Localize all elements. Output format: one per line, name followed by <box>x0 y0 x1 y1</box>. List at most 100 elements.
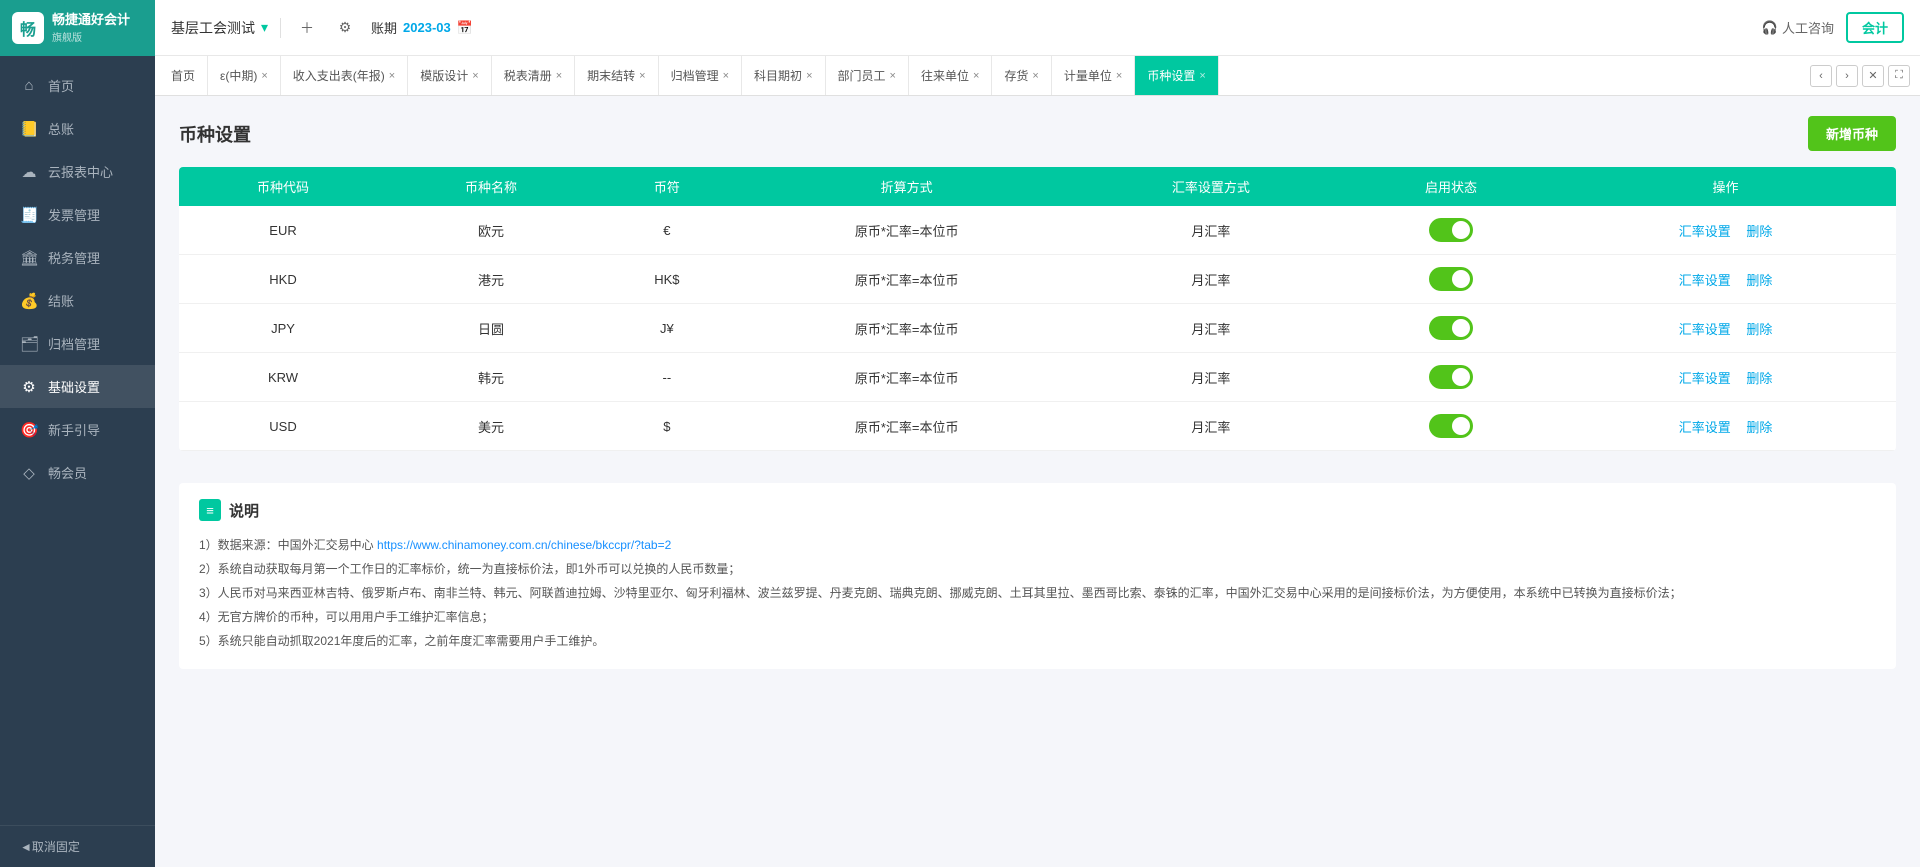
tab-income[interactable]: 收入支出表(年报) × <box>281 56 408 95</box>
tab-expand-button[interactable]: ⛶ <box>1888 65 1910 87</box>
tab-tax_clear[interactable]: 税表清册 × <box>492 56 575 95</box>
tab-close-template[interactable]: × <box>472 70 478 82</box>
tab-counterparty[interactable]: 往来单位 × <box>909 56 992 95</box>
rate-setting-link-3[interactable]: 汇率设置 <box>1679 371 1731 386</box>
invoice-icon: 🧾 <box>20 206 38 224</box>
sidebar-item-archive[interactable]: 🗂 归档管理 <box>0 322 155 365</box>
delete-link-2[interactable]: 删除 <box>1746 322 1772 337</box>
tab-dept_staff[interactable]: 部门员工 × <box>826 56 909 95</box>
sidebar-item-checkout[interactable]: 💰 结账 <box>0 279 155 322</box>
table-header-启用状态: 启用状态 <box>1347 167 1555 206</box>
cell-0-4: 月汇率 <box>1075 206 1347 255</box>
sidebar-label-home: 首页 <box>48 76 74 95</box>
tab-close-archive_mgr[interactable]: × <box>723 70 729 82</box>
cell-0-1: 欧元 <box>387 206 595 255</box>
rate-setting-link-0[interactable]: 汇率设置 <box>1679 224 1731 239</box>
settings-icon: ⚙ <box>20 378 38 396</box>
cell-3-4: 月汇率 <box>1075 353 1347 402</box>
table-header: 币种代码币种名称币符折算方式汇率设置方式启用状态操作 <box>179 167 1896 206</box>
tab-close-currency[interactable]: × <box>1199 70 1205 82</box>
tab-close-tax_clear[interactable]: × <box>556 70 562 82</box>
rate-setting-link-1[interactable]: 汇率设置 <box>1679 273 1731 288</box>
sidebar-item-guide[interactable]: 🎯 新手引导 <box>0 408 155 451</box>
toggle-switch-2[interactable] <box>1429 316 1473 340</box>
add-tab-button[interactable]: ＋ <box>293 14 321 42</box>
tab-prev-button[interactable]: ‹ <box>1810 65 1832 87</box>
settings-button[interactable]: ⚙ <box>331 14 359 42</box>
sidebar-label-invoice: 发票管理 <box>48 205 100 224</box>
cell-0-0: EUR <box>179 206 387 255</box>
delete-link-0[interactable]: 删除 <box>1746 224 1772 239</box>
tab-label-inventory: 存货 <box>1004 67 1028 84</box>
tab-close-counterparty[interactable]: × <box>973 70 979 82</box>
sidebar-item-member[interactable]: ◇ 畅会员 <box>0 451 155 494</box>
period-label: 账期 <box>371 18 397 37</box>
cell-4-1: 美元 <box>387 402 595 451</box>
delete-link-1[interactable]: 删除 <box>1746 273 1772 288</box>
project-selector[interactable]: 基层工会测试 ▾ <box>171 18 268 38</box>
tab-currency[interactable]: 币种设置 × <box>1135 56 1218 95</box>
notes-item-3: 4）无官方牌价的币种，可以用用户手工维护汇率信息； <box>199 605 1876 629</box>
cell-4-3: 原币*汇率=本位币 <box>739 402 1075 451</box>
tab-close-dept_staff[interactable]: × <box>890 70 896 82</box>
sidebar-item-report[interactable]: ☁ 云报表中心 <box>0 150 155 193</box>
delete-link-4[interactable]: 删除 <box>1746 420 1772 435</box>
notes-link[interactable]: https://www.chinamoney.com.cn/chinese/bk… <box>377 538 671 552</box>
user-role-button[interactable]: 会计 <box>1846 12 1904 43</box>
tab-close-income[interactable]: × <box>389 70 395 82</box>
report-icon: ☁ <box>20 163 38 181</box>
sidebar-nav: ⌂ 首页 📒 总账 ☁ 云报表中心 🧾 发票管理 🏛 税务管理 💰 结账 🗂 归… <box>0 56 155 825</box>
help-button[interactable]: 🎧 人工咨询 <box>1762 18 1834 37</box>
project-name: 基层工会测试 <box>171 18 255 38</box>
cell-0-3: 原币*汇率=本位币 <box>739 206 1075 255</box>
tab-close-all-button[interactable]: ✕ <box>1862 65 1884 87</box>
cell-toggle-0 <box>1347 206 1555 255</box>
tab-label-counterparty: 往来单位 <box>921 67 969 84</box>
tab-close-period[interactable]: × <box>261 70 267 82</box>
tab-subject_init[interactable]: 科目期初 × <box>742 56 825 95</box>
tab-close-subject_init[interactable]: × <box>806 70 812 82</box>
toggle-switch-3[interactable] <box>1429 365 1473 389</box>
tab-period[interactable]: ε(中期) × <box>208 56 281 95</box>
new-currency-button[interactable]: 新增币种 <box>1808 116 1896 151</box>
sidebar-item-home[interactable]: ⌂ 首页 <box>0 64 155 107</box>
sidebar-item-tax[interactable]: 🏛 税务管理 <box>0 236 155 279</box>
sidebar-footer-label: ◄取消固定 <box>20 838 80 855</box>
delete-link-3[interactable]: 删除 <box>1746 371 1772 386</box>
toggle-switch-1[interactable] <box>1429 267 1473 291</box>
calendar-icon[interactable]: 📅 <box>457 20 473 36</box>
sidebar-item-settings[interactable]: ⚙ 基础设置 <box>0 365 155 408</box>
tab-unit[interactable]: 计量单位 × <box>1052 56 1135 95</box>
tab-close-period_end[interactable]: × <box>639 70 645 82</box>
table-header-币种代码: 币种代码 <box>179 167 387 206</box>
cell-toggle-1 <box>1347 255 1555 304</box>
toggle-switch-0[interactable] <box>1429 218 1473 242</box>
toggle-slider-4 <box>1429 414 1473 438</box>
tab-home[interactable]: 首页 <box>159 56 208 95</box>
tab-period_end[interactable]: 期末结转 × <box>575 56 658 95</box>
tab-archive_mgr[interactable]: 归档管理 × <box>659 56 742 95</box>
tab-close-unit[interactable]: × <box>1116 70 1122 82</box>
rate-setting-link-2[interactable]: 汇率设置 <box>1679 322 1731 337</box>
table-header-折算方式: 折算方式 <box>739 167 1075 206</box>
tab-inventory[interactable]: 存货 × <box>992 56 1051 95</box>
tab-next-button[interactable]: › <box>1836 65 1858 87</box>
cell-3-0: KRW <box>179 353 387 402</box>
sidebar-footer-toggle[interactable]: ◄取消固定 <box>0 825 155 867</box>
tab-label-home: 首页 <box>171 67 195 84</box>
rate-setting-link-4[interactable]: 汇率设置 <box>1679 420 1731 435</box>
tab-template[interactable]: 模版设计 × <box>408 56 491 95</box>
topbar-actions: ＋ ⚙ <box>293 14 359 42</box>
archive-icon: 🗂 <box>20 335 38 353</box>
notes-item-2: 3）人民币对马来西亚林吉特、俄罗斯卢布、南非兰特、韩元、阿联酋迪拉姆、沙特里亚尔… <box>199 581 1876 605</box>
toggle-switch-4[interactable] <box>1429 414 1473 438</box>
table-body: EUR欧元€原币*汇率=本位币月汇率 汇率设置 删除 HKD港元HK$原币*汇率… <box>179 206 1896 451</box>
cell-2-3: 原币*汇率=本位币 <box>739 304 1075 353</box>
tab-close-inventory[interactable]: × <box>1032 70 1038 82</box>
topbar-right: 🎧 人工咨询 会计 <box>1762 12 1904 43</box>
cell-2-0: JPY <box>179 304 387 353</box>
sidebar-item-invoice[interactable]: 🧾 发票管理 <box>0 193 155 236</box>
tabbar-nav: ‹ › ✕ ⛶ <box>1804 56 1916 95</box>
period-value: 2023-03 <box>403 20 451 35</box>
sidebar-item-ledger[interactable]: 📒 总账 <box>0 107 155 150</box>
